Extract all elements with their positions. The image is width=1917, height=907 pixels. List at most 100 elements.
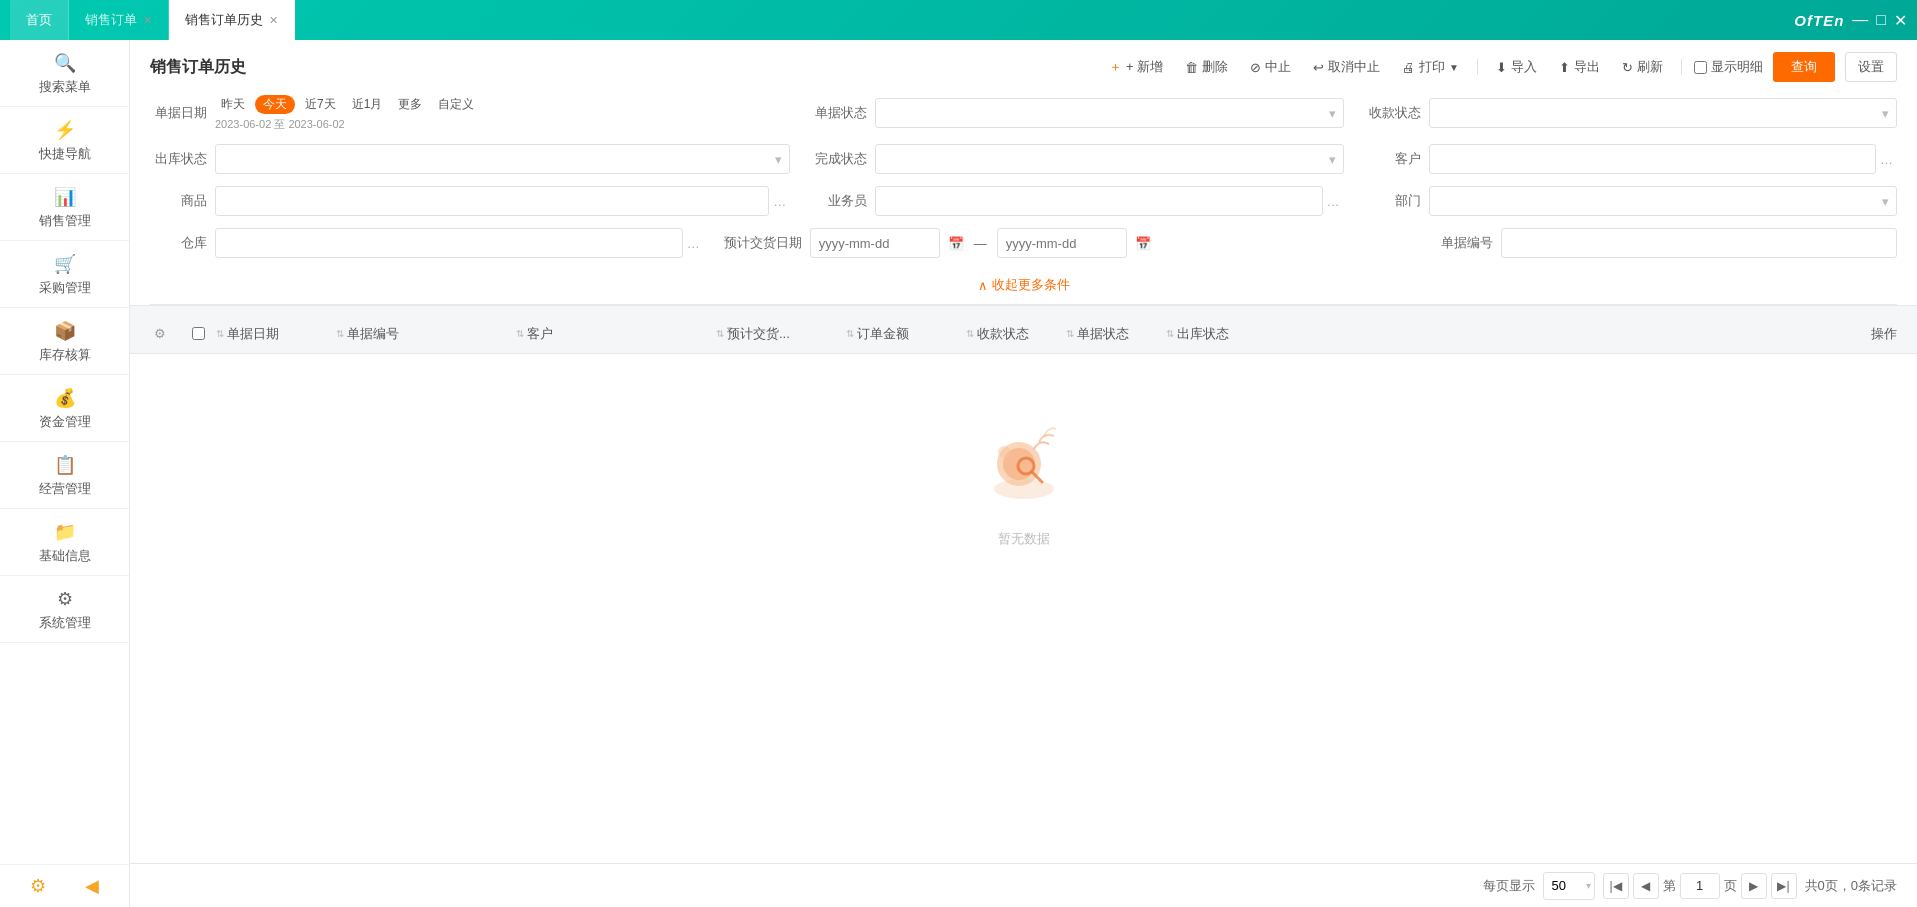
new-icon: ＋ — [1109, 58, 1122, 76]
date-tab-more[interactable]: 更多 — [392, 94, 428, 115]
col-header-pay-status[interactable]: ⇅ 收款状态 — [966, 325, 1066, 343]
collapse-up-icon: ∧ — [978, 278, 988, 293]
last-page-btn[interactable]: ▶| — [1771, 873, 1797, 899]
sidebar-item-inventory[interactable]: 📦 库存核算 — [0, 308, 129, 375]
sidebar-item-finance[interactable]: 💰 资金管理 — [0, 375, 129, 442]
filter-row-1: 单据日期 昨天 今天 近7天 近1月 更多 自定义 — [150, 94, 1897, 132]
sidebar-settings-icon[interactable]: ⚙ — [30, 875, 46, 897]
tab-sales-order[interactable]: 销售订单 ✕ — [69, 0, 169, 40]
col-header-num[interactable]: ⇅ 单据编号 — [336, 325, 516, 343]
col-header-amount[interactable]: ⇅ 订单金额 — [846, 325, 966, 343]
close-btn[interactable]: ✕ — [1894, 11, 1907, 30]
customer-input[interactable] — [1429, 144, 1876, 174]
payment-status-select[interactable] — [1429, 98, 1897, 128]
product-label: 商品 — [150, 192, 215, 210]
next-page-btn[interactable]: ▶ — [1741, 873, 1767, 899]
top-bar: 首页 销售订单 ✕ 销售订单历史 ✕ OfTEn — □ ✕ — [0, 0, 1917, 40]
refresh-label: 刷新 — [1637, 58, 1663, 76]
import-btn[interactable]: ⬇ 导入 — [1490, 54, 1543, 80]
collapse-bar[interactable]: ∧ 收起更多条件 — [150, 270, 1897, 305]
maximize-btn[interactable]: □ — [1876, 11, 1886, 29]
sidebar-item-operations[interactable]: 📋 经营管理 — [0, 442, 129, 509]
date-tab-7days[interactable]: 近7天 — [299, 94, 342, 115]
sidebar-item-purchase-mgmt[interactable]: 🛒 采购管理 — [0, 241, 129, 308]
show-detail-checkbox[interactable]: 显示明细 — [1694, 58, 1763, 76]
query-btn[interactable]: 查询 — [1773, 52, 1835, 82]
setting-btn[interactable]: 设置 — [1845, 52, 1897, 82]
sidebar-item-basic-info[interactable]: 📁 基础信息 — [0, 509, 129, 576]
stop-label: 中止 — [1265, 58, 1291, 76]
sidebar-collapse-icon[interactable]: ◀ — [85, 875, 99, 897]
top-bar-right: OfTEn — □ ✕ — [1794, 11, 1907, 30]
date-tab-custom[interactable]: 自定义 — [432, 94, 480, 115]
col-header-date[interactable]: ⇅ 单据日期 — [216, 325, 336, 343]
import-icon: ⬇ — [1496, 60, 1507, 75]
col-header-customer[interactable]: ⇅ 客户 — [516, 325, 716, 343]
show-detail-input[interactable] — [1694, 61, 1707, 74]
sidebar-item-basic-info-label: 基础信息 — [39, 547, 91, 565]
sidebar-item-inventory-label: 库存核算 — [39, 346, 91, 364]
sidebar-item-system[interactable]: ⚙ 系统管理 — [0, 576, 129, 643]
warehouse-input[interactable] — [215, 228, 683, 258]
tab-sales-order-close[interactable]: ✕ — [143, 14, 152, 27]
payment-status-wrap: ▾ — [1429, 98, 1897, 128]
delivery-date-start-input[interactable] — [810, 228, 940, 258]
product-dots-icon[interactable]: … — [769, 194, 790, 209]
sidebar-item-sales-mgmt[interactable]: 📊 销售管理 — [0, 174, 129, 241]
empty-state: 暂无数据 — [130, 354, 1917, 608]
export-btn[interactable]: ⬆ 导出 — [1553, 54, 1606, 80]
refresh-btn[interactable]: ↻ 刷新 — [1616, 54, 1669, 80]
main-layout: 🔍 搜索菜单 ⚡ 快捷导航 📊 销售管理 🛒 采购管理 📦 库存核算 💰 资金管… — [0, 40, 1917, 907]
salesperson-wrap: … — [875, 186, 1343, 216]
select-all-checkbox[interactable] — [192, 327, 205, 340]
delivery-calendar-end-icon[interactable]: 📅 — [1135, 236, 1151, 251]
tab-sales-order-history-close[interactable]: ✕ — [269, 14, 278, 27]
col-header-order-status[interactable]: ⇅ 单据状态 — [1066, 325, 1166, 343]
new-btn[interactable]: ＋ + 新增 — [1103, 54, 1169, 80]
date-tab-yesterday[interactable]: 昨天 — [215, 94, 251, 115]
delivery-calendar-start-icon[interactable]: 📅 — [948, 236, 964, 251]
tab-sales-order-history[interactable]: 销售订单历史 ✕ — [169, 0, 295, 40]
cancel-stop-btn[interactable]: ↩ 取消中止 — [1307, 54, 1386, 80]
quick-nav-icon: ⚡ — [54, 119, 76, 141]
stop-btn[interactable]: ⊘ 中止 — [1244, 54, 1297, 80]
print-btn[interactable]: 🖨 打印 ▼ — [1396, 54, 1465, 80]
first-page-btn[interactable]: |◀ — [1603, 873, 1629, 899]
minimize-btn[interactable]: — — [1852, 11, 1868, 29]
empty-text: 暂无数据 — [998, 530, 1050, 548]
prev-page-btn[interactable]: ◀ — [1633, 873, 1659, 899]
per-page-select[interactable]: 20 50 100 — [1543, 872, 1595, 900]
complete-status-select[interactable] — [875, 144, 1343, 174]
purchase-mgmt-icon: 🛒 — [54, 253, 76, 275]
table-settings-icon[interactable]: ⚙ — [140, 326, 180, 341]
out-status-select[interactable] — [215, 144, 790, 174]
warehouse-dots-icon[interactable]: … — [683, 236, 704, 251]
order-status-select[interactable] — [875, 98, 1343, 128]
date-tab-1month[interactable]: 近1月 — [346, 94, 389, 115]
salesperson-input[interactable] — [875, 186, 1322, 216]
date-separator: — — [968, 236, 993, 251]
system-icon: ⚙ — [57, 588, 73, 610]
col-header-out-status[interactable]: ⇅ 出库状态 — [1166, 325, 1266, 343]
date-tab-today[interactable]: 今天 — [255, 95, 295, 114]
delivery-date-end-input[interactable] — [997, 228, 1127, 258]
table-select-all[interactable] — [180, 327, 216, 340]
product-input[interactable] — [215, 186, 769, 216]
sidebar-item-search-menu[interactable]: 🔍 搜索菜单 — [0, 40, 129, 107]
sidebar-item-quick-nav[interactable]: ⚡ 快捷导航 — [0, 107, 129, 174]
department-select[interactable] — [1429, 186, 1897, 216]
filter-date-field: 单据日期 昨天 今天 近7天 近1月 更多 自定义 — [150, 94, 790, 132]
tab-home[interactable]: 首页 — [10, 0, 69, 40]
date-range-wrap: 昨天 今天 近7天 近1月 更多 自定义 2023-06-02 至 2023-0… — [215, 94, 480, 132]
delete-btn[interactable]: 🗑 删除 — [1179, 54, 1234, 80]
col-pay-status-label: 收款状态 — [977, 325, 1029, 343]
finance-icon: 💰 — [54, 387, 76, 409]
customer-dots-icon[interactable]: … — [1876, 152, 1897, 167]
col-date-label: 单据日期 — [227, 325, 279, 343]
salesperson-dots-icon[interactable]: … — [1323, 194, 1344, 209]
cancel-stop-icon: ↩ — [1313, 60, 1324, 75]
page-num-input[interactable] — [1680, 873, 1720, 899]
col-header-delivery[interactable]: ⇅ 预计交货... — [716, 325, 846, 343]
order-num-input[interactable] — [1501, 228, 1897, 258]
customer-wrap: … — [1429, 144, 1897, 174]
